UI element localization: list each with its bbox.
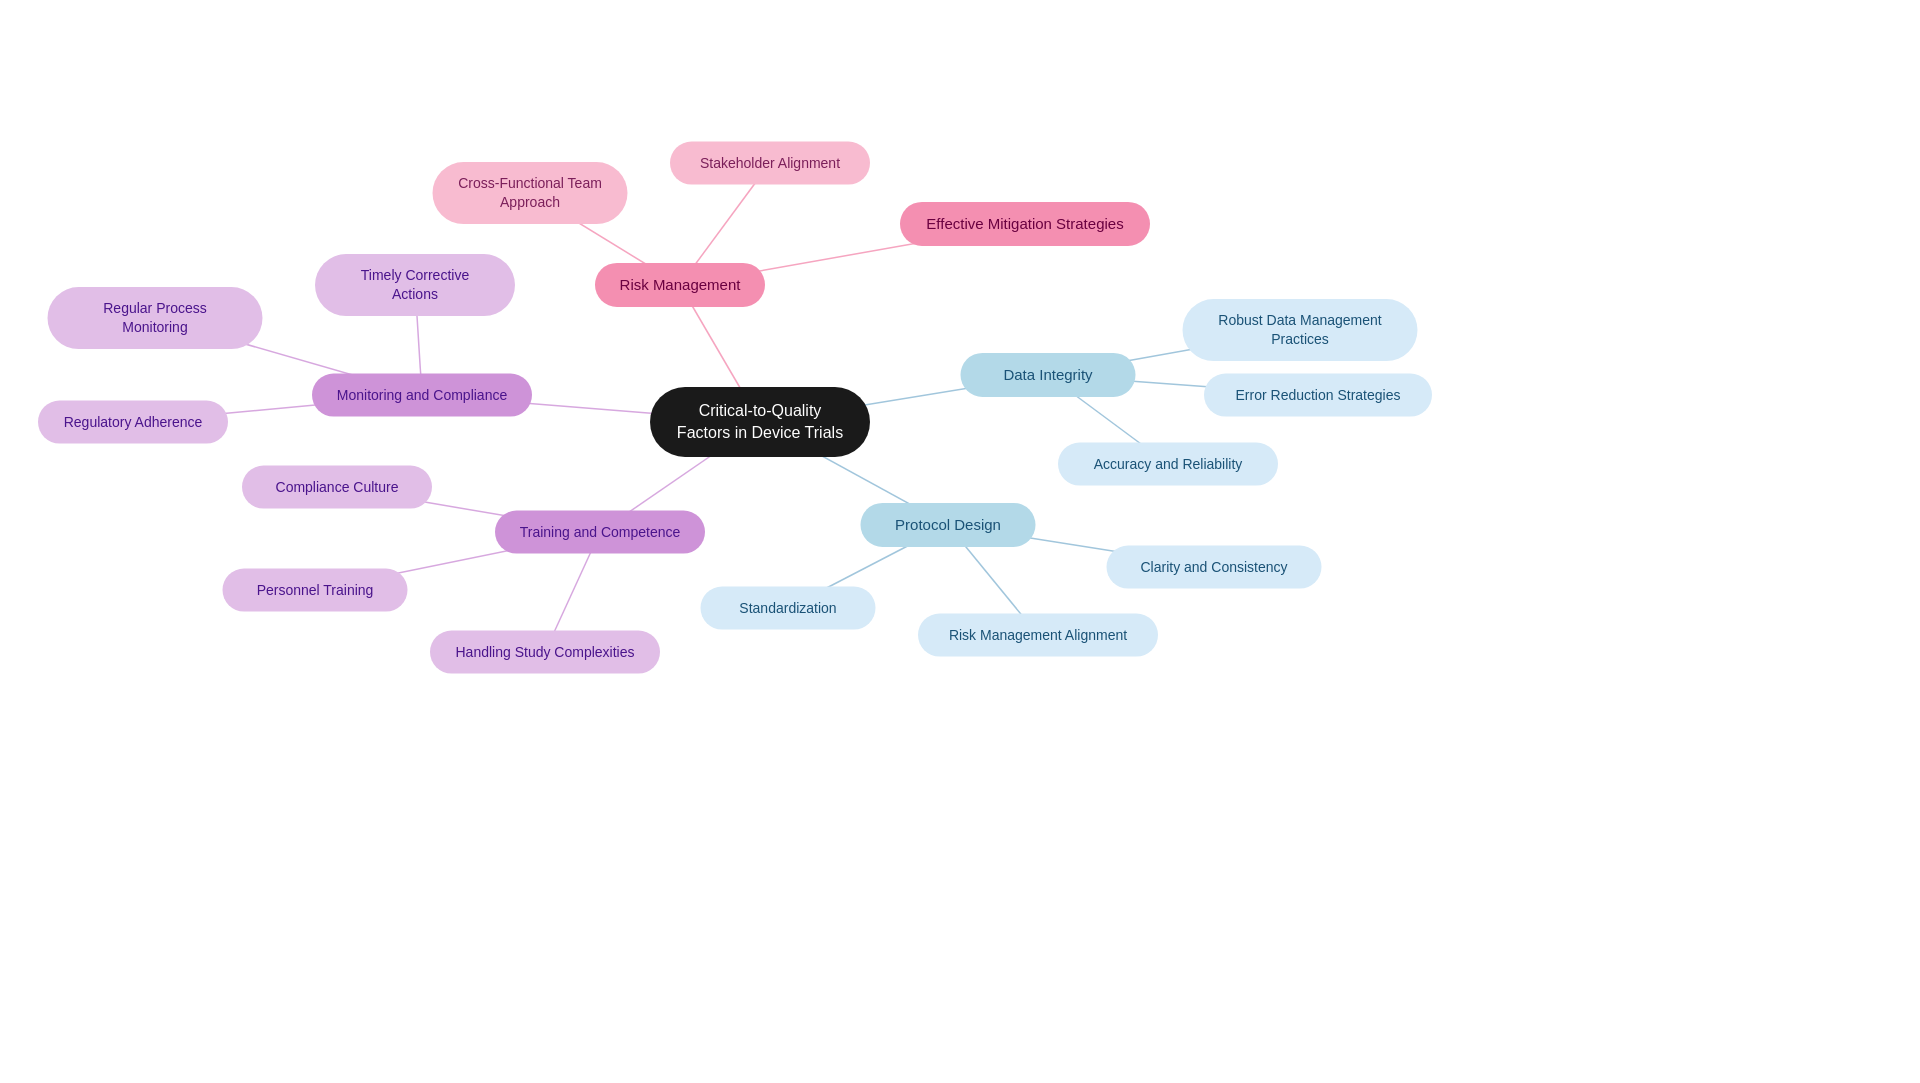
node-monitoring-compliance: Monitoring and Compliance xyxy=(312,374,532,417)
node-error-reduction: Error Reduction Strategies xyxy=(1204,374,1432,417)
node-protocol-design: Protocol Design xyxy=(861,503,1036,547)
node-risk-mgmt-alignment: Risk Management Alignment xyxy=(918,614,1158,657)
node-cross-functional: Cross-Functional Team Approach xyxy=(433,162,628,224)
node-timely-corrective: Timely Corrective Actions xyxy=(315,254,515,316)
node-effective-mitigation: Effective Mitigation Strategies xyxy=(900,202,1150,246)
node-regular-process: Regular Process Monitoring xyxy=(48,287,263,349)
node-personnel-training: Personnel Training xyxy=(223,569,408,612)
node-accuracy-reliability: Accuracy and Reliability xyxy=(1058,443,1278,486)
node-clarity-consistency: Clarity and Consistency xyxy=(1107,546,1322,589)
node-handling-study: Handling Study Complexities xyxy=(430,631,660,674)
node-regulatory-adherence: Regulatory Adherence xyxy=(38,401,228,444)
node-robust-data: Robust Data Management Practices xyxy=(1183,299,1418,361)
node-compliance-culture: Compliance Culture xyxy=(242,466,432,509)
node-risk-management: Risk Management xyxy=(595,263,765,307)
center-node: Critical-to-Quality Factors in Device Tr… xyxy=(650,387,870,457)
node-stakeholder-alignment: Stakeholder Alignment xyxy=(670,142,870,185)
node-data-integrity: Data Integrity xyxy=(961,353,1136,397)
node-standardization: Standardization xyxy=(701,587,876,630)
node-training-competence: Training and Competence xyxy=(495,511,705,554)
mind-map-canvas: Critical-to-Quality Factors in Device Tr… xyxy=(0,0,1920,1083)
